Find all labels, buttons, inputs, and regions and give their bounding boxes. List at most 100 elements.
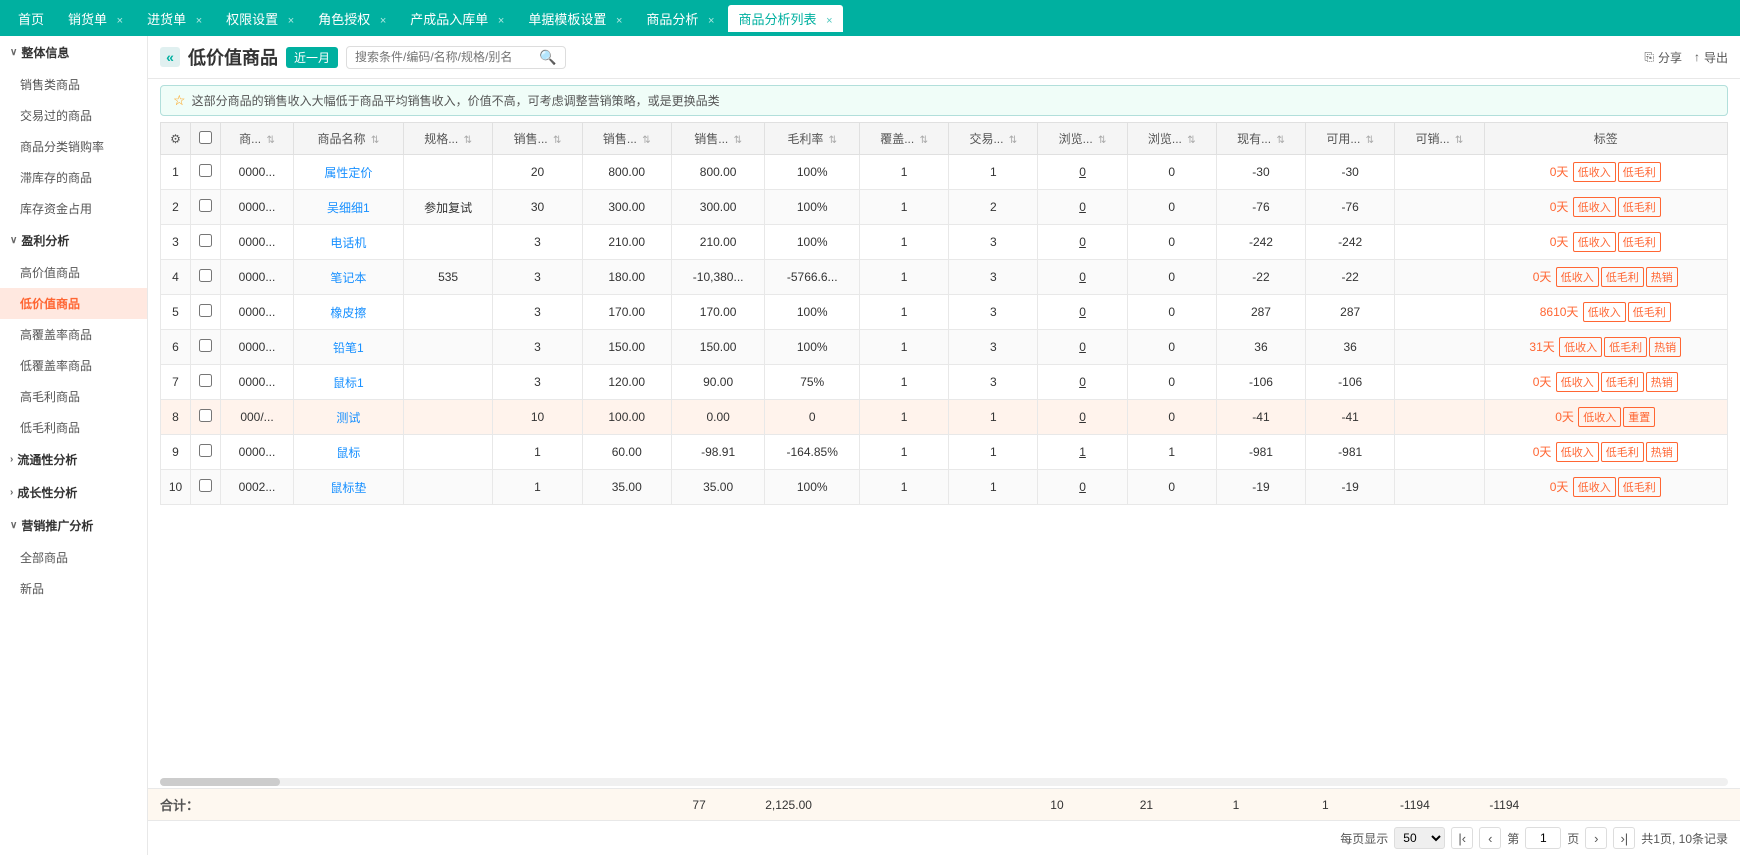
row-select-checkbox[interactable] [199, 339, 212, 352]
row-checkbox[interactable] [191, 365, 221, 400]
row-name[interactable]: 吴细细1 [294, 190, 404, 225]
th-sale3[interactable]: 销售... ⇅ [671, 123, 765, 155]
nav-goods-analysis-list[interactable]: 商品分析列表 × [728, 5, 842, 32]
last-page-button[interactable]: ›| [1613, 827, 1635, 849]
row-checkbox[interactable] [191, 330, 221, 365]
th-tags[interactable]: 标签 [1484, 123, 1727, 155]
th-checkbox[interactable] [191, 123, 221, 155]
row-checkbox[interactable] [191, 260, 221, 295]
collapse-sidebar-button[interactable]: « [160, 47, 180, 67]
row-select-checkbox[interactable] [199, 479, 212, 492]
nav-role[interactable]: 角色授权 × [308, 5, 396, 32]
row-name[interactable]: 笔记本 [294, 260, 404, 295]
row-name[interactable]: 电话机 [294, 225, 404, 260]
nav-role-close[interactable]: × [380, 15, 386, 27]
th-saleable[interactable]: 可销... ⇅ [1395, 123, 1484, 155]
page-size-select[interactable]: 50 100 200 [1394, 827, 1445, 849]
nav-template[interactable]: 单据模板设置 × [518, 5, 632, 32]
first-page-button[interactable]: |‹ [1451, 827, 1473, 849]
sidebar-group-profit[interactable]: ∨盈利分析 [0, 224, 147, 257]
th-name[interactable]: 商品名称 ⇅ [294, 123, 404, 155]
share-button[interactable]: ⎘ 分享 [1644, 49, 1682, 66]
th-trade[interactable]: 交易... ⇅ [949, 123, 1038, 155]
sidebar-group-marketing[interactable]: ∨营销推广分析 [0, 509, 147, 542]
select-all-checkbox[interactable] [199, 131, 212, 144]
row-name[interactable]: 鼠标 [294, 435, 404, 470]
row-select-checkbox[interactable] [199, 374, 212, 387]
nav-goods-analysis[interactable]: 商品分析 × [636, 5, 724, 32]
row-select-checkbox[interactable] [199, 234, 212, 247]
th-current[interactable]: 现有... ⇅ [1216, 123, 1305, 155]
sidebar-item-low-value[interactable]: 低价值商品 [0, 288, 147, 319]
row-checkbox[interactable] [191, 400, 221, 435]
nav-template-close[interactable]: × [616, 15, 622, 27]
row-tags: 0天 低收入低毛利热销 [1484, 260, 1727, 295]
th-spec[interactable]: 规格... ⇅ [403, 123, 493, 155]
row-select-checkbox[interactable] [199, 164, 212, 177]
nav-product-close[interactable]: × [498, 15, 504, 27]
th-settings[interactable]: ⚙ [161, 123, 191, 155]
row-name[interactable]: 鼠标垫 [294, 470, 404, 505]
sidebar-item-traded-goods[interactable]: 交易过的商品 [0, 100, 147, 131]
nav-purchase-close[interactable]: × [196, 15, 202, 27]
row-checkbox[interactable] [191, 225, 221, 260]
sidebar-group-overall[interactable]: ∨整体信息 [0, 36, 147, 69]
th-gross-rate[interactable]: 毛利率 ⇅ [765, 123, 860, 155]
sidebar-item-high-margin[interactable]: 高毛利商品 [0, 381, 147, 412]
th-available[interactable]: 可用... ⇅ [1306, 123, 1395, 155]
th-browse1[interactable]: 浏览... ⇅ [1038, 123, 1127, 155]
row-checkbox[interactable] [191, 155, 221, 190]
row-checkbox[interactable] [191, 470, 221, 505]
sidebar-item-low-coverage[interactable]: 低覆盖率商品 [0, 350, 147, 381]
nav-goods-analysis-close[interactable]: × [708, 15, 714, 27]
nav-sales-close[interactable]: × [117, 15, 123, 27]
row-select-checkbox[interactable] [199, 444, 212, 457]
row-name[interactable]: 属性定价 [294, 155, 404, 190]
th-sale1[interactable]: 销售... ⇅ [493, 123, 582, 155]
row-name[interactable]: 铅笔1 [294, 330, 404, 365]
next-page-button[interactable]: › [1585, 827, 1607, 849]
sidebar-item-new-goods[interactable]: 新品 [0, 573, 147, 604]
prev-page-button[interactable]: ‹ [1479, 827, 1501, 849]
nav-permission-close[interactable]: × [288, 15, 294, 27]
sidebar-item-high-coverage[interactable]: 高覆盖率商品 [0, 319, 147, 350]
row-select-checkbox[interactable] [199, 269, 212, 282]
nav-product[interactable]: 产成品入库单 × [400, 5, 514, 32]
time-range-tag[interactable]: 近一月 [286, 47, 338, 68]
nav-permission[interactable]: 权限设置 × [216, 5, 304, 32]
nav-sales[interactable]: 销货单 × [58, 5, 133, 32]
th-browse2[interactable]: 浏览... ⇅ [1127, 123, 1216, 155]
th-sale2[interactable]: 销售... ⇅ [582, 123, 671, 155]
row-checkbox[interactable] [191, 295, 221, 330]
sidebar-item-capital[interactable]: 库存资金占用 [0, 193, 147, 224]
search-icon[interactable]: 🔍 [539, 49, 556, 66]
row-checkbox[interactable] [191, 435, 221, 470]
sidebar-item-sales-goods[interactable]: 销售类商品 [0, 69, 147, 100]
search-input[interactable] [355, 50, 535, 64]
row-select-checkbox[interactable] [199, 304, 212, 317]
nav-goods-list-close[interactable]: × [826, 15, 832, 27]
row-select-checkbox[interactable] [199, 409, 212, 422]
row-name[interactable]: 鼠标1 [294, 365, 404, 400]
horizontal-scrollbar[interactable] [160, 778, 1728, 786]
page-input[interactable] [1525, 827, 1561, 849]
sidebar-item-all-goods[interactable]: 全部商品 [0, 542, 147, 573]
sidebar-item-low-margin[interactable]: 低毛利商品 [0, 412, 147, 443]
table-row: 30000...电话机3210.00210.00100%1300-242-242… [161, 225, 1728, 260]
export-button[interactable]: ↑ 导出 [1694, 49, 1728, 66]
sidebar-item-high-value[interactable]: 高价值商品 [0, 257, 147, 288]
th-code[interactable]: 商... ⇅ [221, 123, 294, 155]
nav-purchase[interactable]: 进货单 × [137, 5, 212, 32]
th-cover[interactable]: 覆盖... ⇅ [859, 123, 948, 155]
row-sale3: 300.00 [671, 190, 765, 225]
scrollbar-thumb[interactable] [160, 778, 280, 786]
sidebar-item-slow-goods[interactable]: 滞库存的商品 [0, 162, 147, 193]
row-name[interactable]: 橡皮擦 [294, 295, 404, 330]
sidebar-group-liquidity[interactable]: ›流通性分析 [0, 443, 147, 476]
row-checkbox[interactable] [191, 190, 221, 225]
row-name[interactable]: 测试 [294, 400, 404, 435]
row-select-checkbox[interactable] [199, 199, 212, 212]
sidebar-group-growth[interactable]: ›成长性分析 [0, 476, 147, 509]
nav-home[interactable]: 首页 [8, 5, 54, 32]
sidebar-item-category-rate[interactable]: 商品分类销购率 [0, 131, 147, 162]
